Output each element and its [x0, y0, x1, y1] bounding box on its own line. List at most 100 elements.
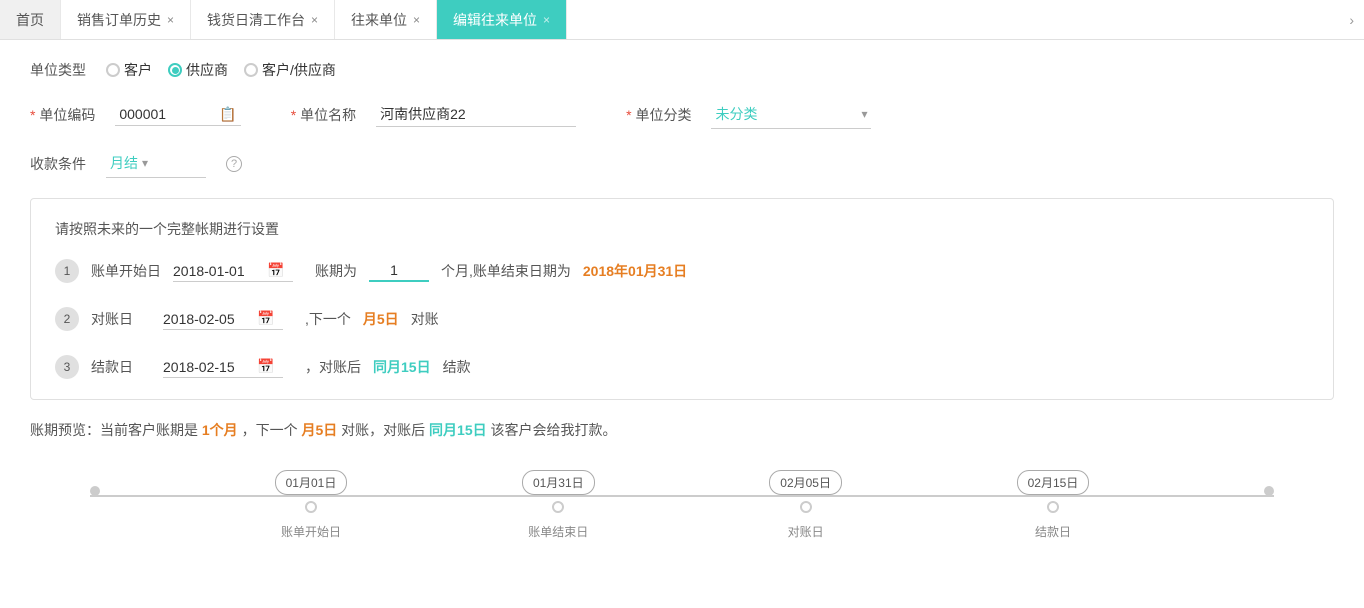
- timeline-badge-2: 01月31日: [522, 470, 595, 495]
- timeline-end-endpoint: [1264, 470, 1274, 496]
- radio-customer-supplier[interactable]: 客户/供应商: [244, 60, 336, 80]
- tab-close-sales-history[interactable]: ×: [167, 13, 174, 27]
- settings-section: 请按照未来的一个完整帐期进行设置 1 账单开始日 📅 账期为 个月,账单结束日期…: [30, 198, 1334, 400]
- reconcile-row: 2 对账日 📅 ,下一个 月5日 对账: [55, 307, 1309, 331]
- timeline-dot-right: [1264, 486, 1274, 496]
- timeline-items: 01月01日 账单开始日 01月31日 账单结束日 02月05日 对账日 02月…: [90, 470, 1274, 540]
- bill-start-date-input[interactable]: [173, 263, 263, 279]
- preview-highlight-3: 同月15日: [429, 422, 487, 438]
- timeline-section: 01月01日 账单开始日 01月31日 账单结束日 02月05日 对账日 02月…: [30, 460, 1334, 580]
- timeline-badge-4: 02月15日: [1017, 470, 1090, 495]
- unit-type-label: 单位类型: [30, 60, 86, 80]
- radio-circle-customer: [106, 63, 120, 77]
- radio-circle-customer-supplier: [244, 63, 258, 77]
- row-number-2: 2: [55, 307, 79, 331]
- timeline-label-2: 账单结束日: [528, 523, 588, 540]
- section-title: 请按照未来的一个完整帐期进行设置: [55, 219, 1309, 239]
- payment-calendar-icon[interactable]: 📅: [257, 358, 274, 375]
- unit-category-chevron: ▾: [861, 107, 867, 121]
- tab-edit-partner[interactable]: 编辑往来单位 ×: [437, 0, 567, 39]
- timeline-item-2: 01月31日 账单结束日: [522, 470, 595, 540]
- period-input-field[interactable]: [369, 260, 429, 282]
- unit-code-label: 单位编码: [30, 105, 95, 125]
- timeline-item-1: 01月01日 账单开始日: [275, 470, 348, 540]
- preview-part2: ，下一个: [242, 422, 298, 438]
- tab-sales-history[interactable]: 销售订单历史 ×: [61, 0, 191, 39]
- unit-name-label: 单位名称: [291, 105, 356, 125]
- reconcile-suffix-prefix: ,下一个: [305, 309, 351, 329]
- tab-home[interactable]: 首页: [0, 0, 61, 39]
- unit-type-row: 单位类型 客户 供应商 客户/供应商: [30, 60, 1334, 80]
- reconcile-highlight: 月5日: [363, 309, 399, 329]
- preview-part4: 该客户会给我打款。: [491, 422, 617, 438]
- timeline-badge-3: 02月05日: [769, 470, 842, 495]
- preview-highlight-2: 月5日: [301, 422, 337, 438]
- payment-highlight: 同月15日: [373, 357, 431, 377]
- radio-customer[interactable]: 客户: [106, 60, 152, 80]
- timeline-dot-4: [1047, 501, 1059, 513]
- timeline-label-1: 账单开始日: [281, 523, 341, 540]
- unit-category-value: 未分类: [715, 104, 757, 124]
- preview-section: 账期预览：当前客户账期是 1个月 ，下一个 月5日 对账，对账后 同月15日 该…: [30, 420, 1334, 440]
- reconcile-calendar-icon[interactable]: 📅: [257, 310, 274, 327]
- radio-label-supplier: 供应商: [186, 60, 228, 80]
- row-number-1: 1: [55, 259, 79, 283]
- reconcile-suffix-end: 对账: [411, 309, 439, 329]
- timeline-item-3: 02月05日 对账日: [769, 470, 842, 540]
- period-prefix: 账期为: [315, 261, 357, 281]
- period-suffix: 个月,账单结束日期为: [441, 261, 571, 281]
- unit-type-radio-group: 客户 供应商 客户/供应商: [106, 60, 336, 80]
- payment-condition-chevron: ▾: [142, 156, 148, 170]
- preview-label: 账期预览：当前客户账期是: [30, 422, 198, 438]
- tabs-bar: 首页 销售订单历史 × 钱货日清工作台 × 往来单位 × 编辑往来单位 × ›: [0, 0, 1364, 40]
- timeline-dot-left: [90, 486, 100, 496]
- unit-info-row: 单位编码 📋 单位名称 单位分类 未分类 ▾: [30, 100, 1334, 129]
- tab-cashier[interactable]: 钱货日清工作台 ×: [191, 0, 335, 39]
- timeline-dot-1: [305, 501, 317, 513]
- row-number-3: 3: [55, 355, 79, 379]
- timeline-label-4: 结款日: [1035, 523, 1071, 540]
- unit-code-icon[interactable]: 📋: [219, 106, 236, 123]
- unit-code-input[interactable]: [119, 106, 219, 122]
- timeline-label-3: 对账日: [788, 523, 824, 540]
- unit-code-field[interactable]: 📋: [115, 104, 240, 126]
- radio-circle-supplier: [168, 63, 182, 77]
- radio-supplier[interactable]: 供应商: [168, 60, 228, 80]
- payment-condition-label: 收款条件: [30, 154, 86, 174]
- period-input[interactable]: [369, 262, 419, 278]
- tabs-scroll-right[interactable]: ›: [1339, 0, 1364, 39]
- timeline-dot-3: [800, 501, 812, 513]
- payment-date-field[interactable]: 📅: [163, 356, 283, 378]
- tab-partners[interactable]: 往来单位 ×: [335, 0, 437, 39]
- main-content: 单位类型 客户 供应商 客户/供应商 单位编码 📋 单位名称 单位分类: [0, 40, 1364, 608]
- preview-highlight-1: 1个月: [202, 422, 238, 438]
- payment-suffix-end: 结款: [443, 357, 471, 377]
- timeline-item-4: 02月15日 结款日: [1017, 470, 1090, 540]
- payment-condition-row: 收款条件 月结 ▾ ?: [30, 149, 1334, 178]
- payment-condition-help[interactable]: ?: [226, 156, 242, 172]
- unit-name-input[interactable]: [376, 102, 576, 127]
- payment-suffix-prefix: ，对账后: [305, 357, 361, 377]
- preview-part3: 对账，对账后: [341, 422, 425, 438]
- payment-row: 3 结款日 📅 ，对账后 同月15日 结款: [55, 355, 1309, 379]
- bill-start-label: 账单开始日: [91, 261, 161, 281]
- radio-label-customer-supplier: 客户/供应商: [262, 60, 336, 80]
- tab-close-edit-partner[interactable]: ×: [543, 13, 550, 27]
- unit-category-label: 单位分类: [626, 105, 691, 125]
- timeline-start-endpoint: [90, 470, 100, 496]
- payment-label: 结款日: [91, 357, 151, 377]
- timeline-dot-2: [552, 501, 564, 513]
- timeline-badge-1: 01月01日: [275, 470, 348, 495]
- bill-start-date-field[interactable]: 📅: [173, 260, 293, 282]
- bill-end-date-highlight: 2018年01月31日: [583, 261, 687, 281]
- tab-close-cashier[interactable]: ×: [311, 13, 318, 27]
- bill-start-calendar-icon[interactable]: 📅: [267, 262, 284, 279]
- unit-category-select[interactable]: 未分类 ▾: [711, 100, 871, 129]
- reconcile-date-field[interactable]: 📅: [163, 308, 283, 330]
- reconcile-date-input[interactable]: [163, 311, 253, 327]
- reconcile-label: 对账日: [91, 309, 151, 329]
- radio-label-customer: 客户: [124, 60, 152, 80]
- payment-date-input[interactable]: [163, 359, 253, 375]
- payment-condition-select[interactable]: 月结 ▾: [106, 149, 206, 178]
- tab-close-partners[interactable]: ×: [413, 13, 420, 27]
